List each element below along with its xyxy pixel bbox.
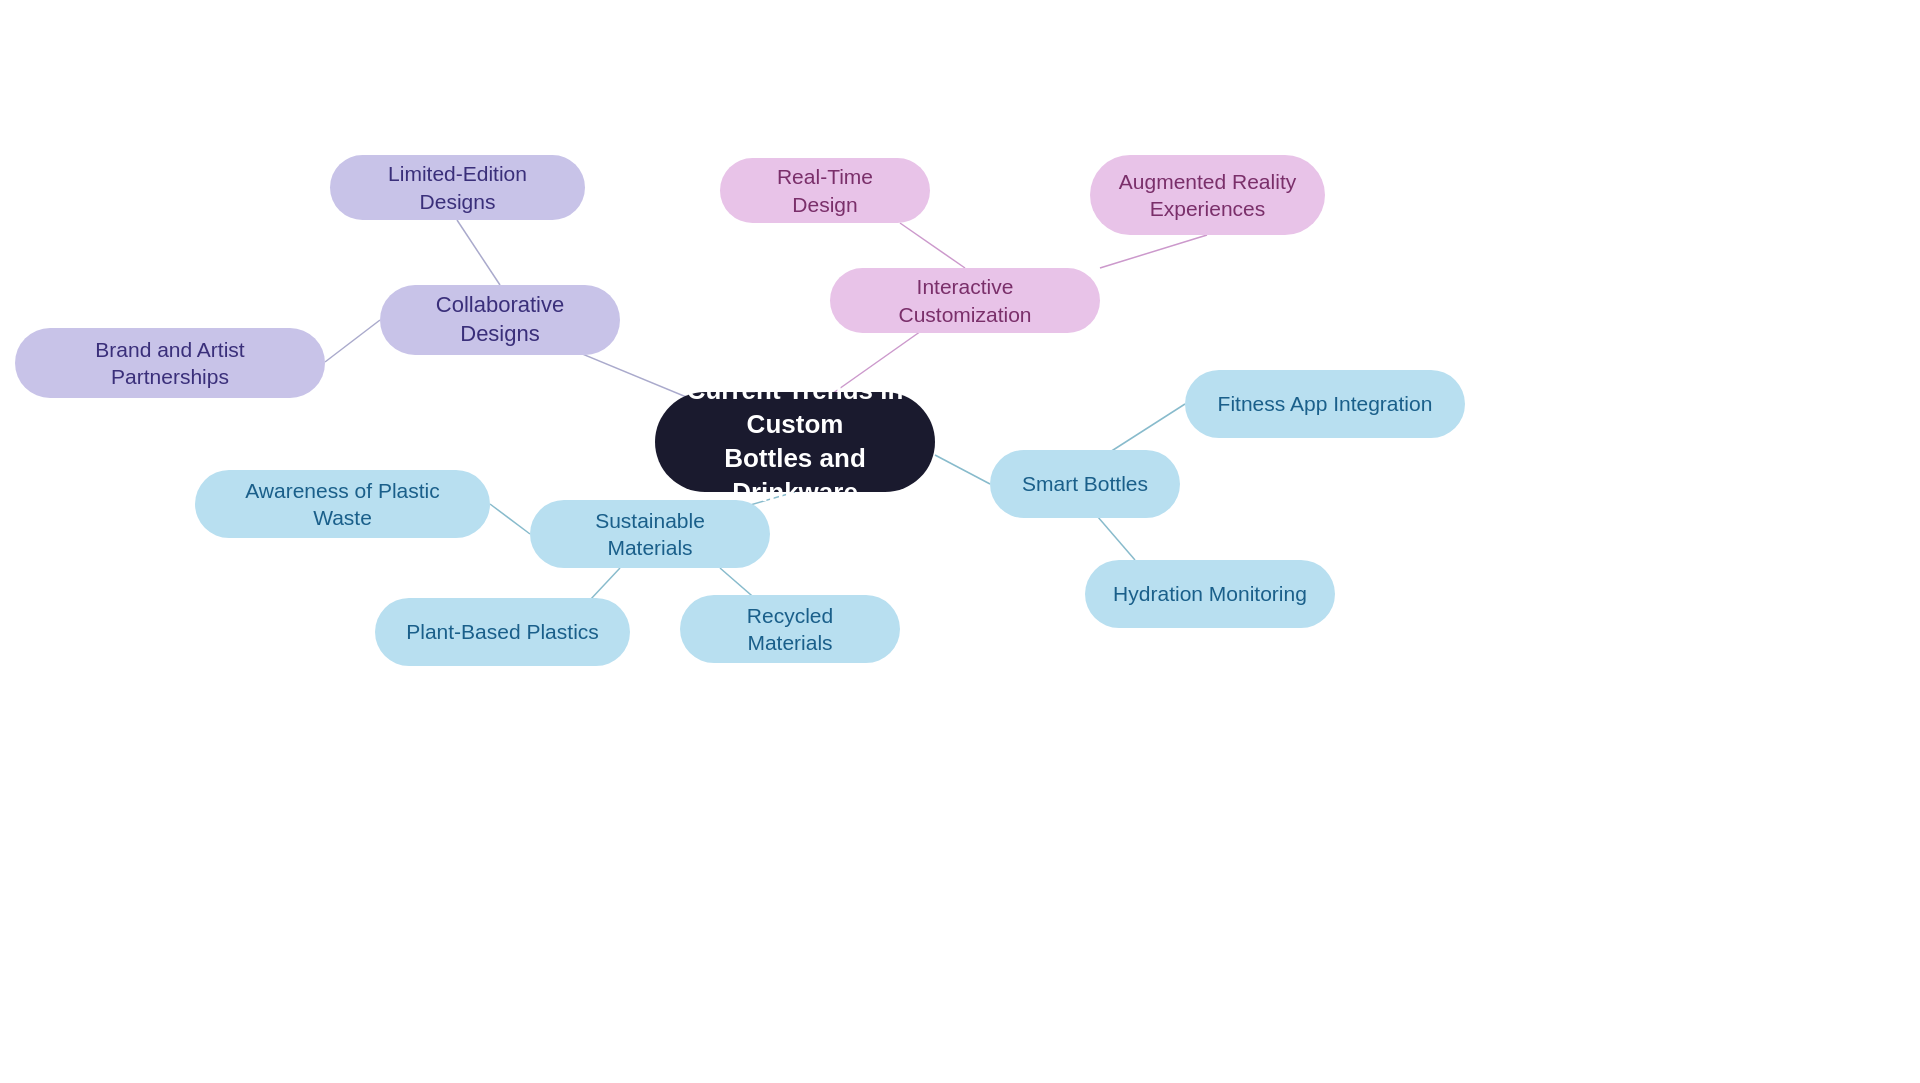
smart-bottles-node: Smart Bottles <box>990 450 1180 518</box>
awareness-plastic-waste-node: Awareness of Plastic Waste <box>195 470 490 538</box>
collaborative-designs-node: Collaborative Designs <box>380 285 620 355</box>
svg-line-2 <box>325 320 380 362</box>
svg-line-10 <box>935 455 990 484</box>
limited-edition-designs-node: Limited-Edition Designs <box>330 155 585 220</box>
augmented-reality-node: Augmented RealityExperiences <box>1090 155 1325 235</box>
svg-line-4 <box>900 223 965 268</box>
svg-line-1 <box>457 220 500 285</box>
svg-line-5 <box>1100 235 1207 268</box>
interactive-customization-node: Interactive Customization <box>830 268 1100 333</box>
brand-artist-partnerships-node: Brand and Artist Partnerships <box>15 328 325 398</box>
real-time-design-node: Real-Time Design <box>720 158 930 223</box>
fitness-app-integration-node: Fitness App Integration <box>1185 370 1465 438</box>
center-node: Current Trends in CustomBottles and Drin… <box>655 392 935 492</box>
plant-based-plastics-node: Plant-Based Plastics <box>375 598 630 666</box>
recycled-materials-node: Recycled Materials <box>680 595 900 663</box>
sustainable-materials-node: Sustainable Materials <box>530 500 770 568</box>
hydration-monitoring-node: Hydration Monitoring <box>1085 560 1335 628</box>
svg-line-7 <box>490 504 530 534</box>
